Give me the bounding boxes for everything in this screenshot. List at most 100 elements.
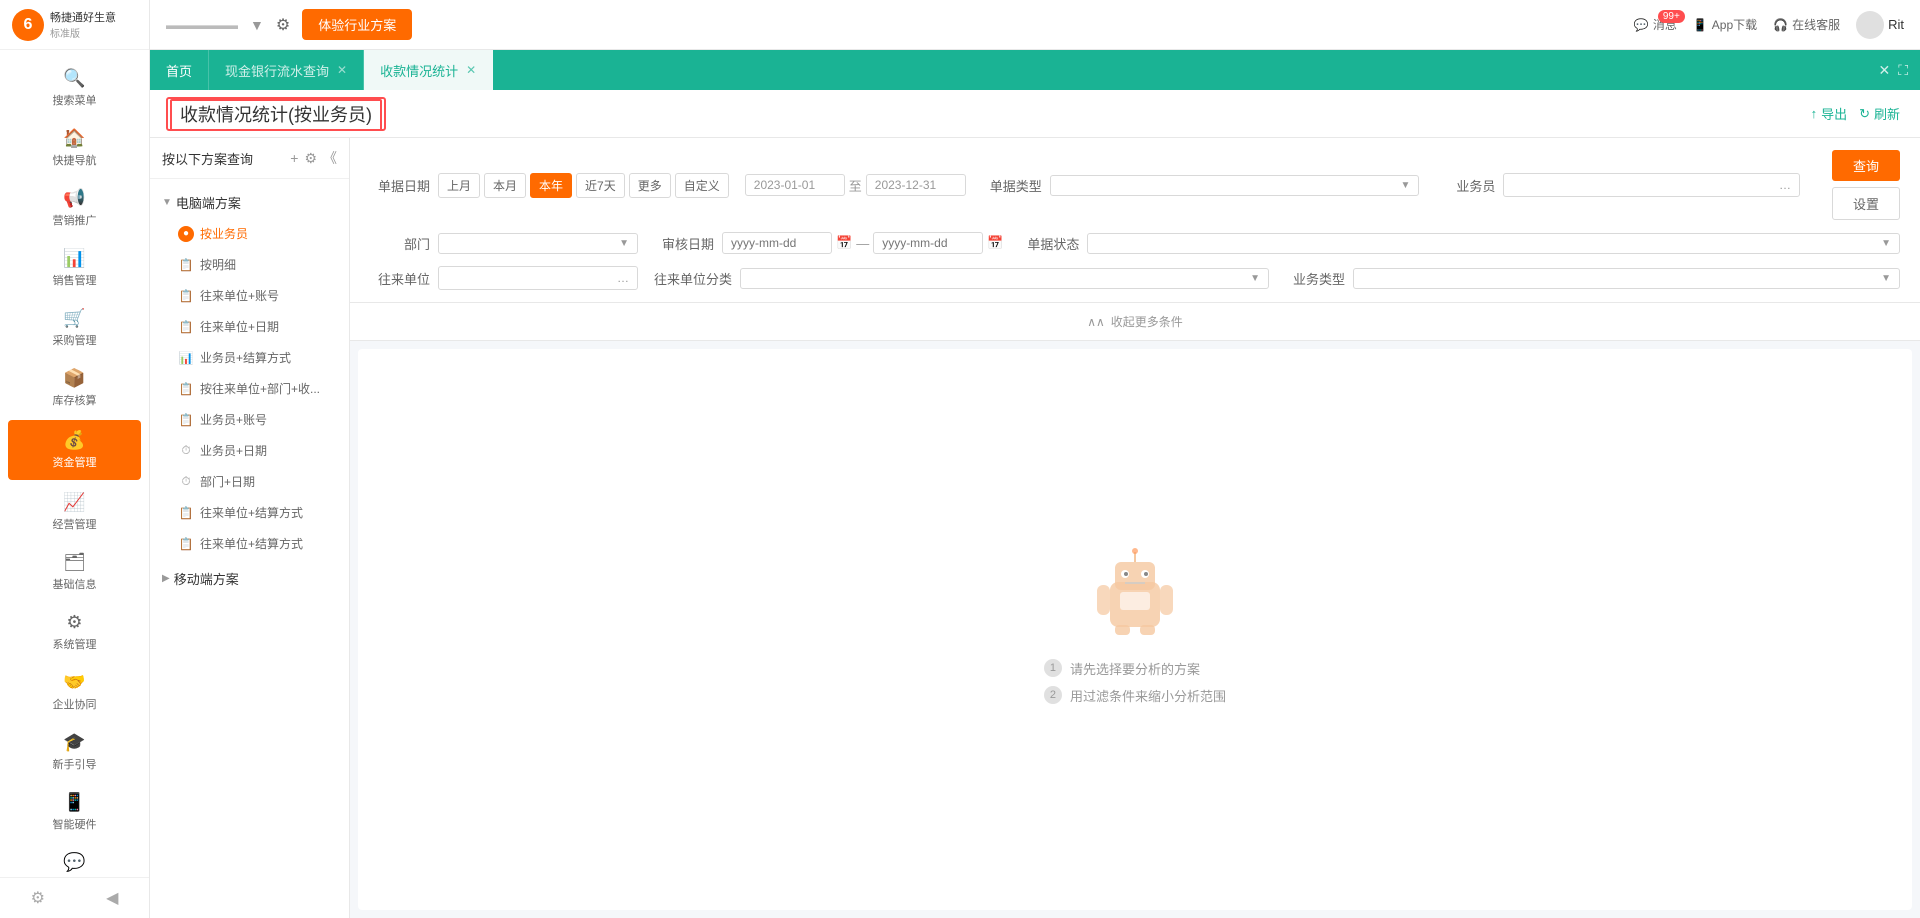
page-header: 收款情况统计(按业务员) ↑ 导出 ↻ 刷新 (150, 90, 1920, 138)
tree-item-detail[interactable]: 📋 按明细 (150, 249, 349, 280)
empty-steps: 1 请先选择要分析的方案 2 用过滤条件来缩小分析范围 (1044, 659, 1226, 713)
tree-mobile-expand-icon: ▶ (162, 573, 170, 584)
counterpart-category-select[interactable]: ▼ (740, 268, 1269, 289)
tree-item-salesman-date[interactable]: ⏱ 业务员+日期 (150, 435, 349, 466)
review-date-icon1: 📅 (836, 235, 852, 251)
purchase-icon: 🛒 (63, 308, 85, 329)
filter-settings-button[interactable]: 设置 (1832, 187, 1900, 220)
tree-item-unit-settle1[interactable]: 📋 往来单位+结算方式 (150, 497, 349, 528)
date-more-btn[interactable]: 更多 (629, 173, 671, 198)
date-this-year-btn[interactable]: 本年 (530, 173, 572, 198)
window-close-icon[interactable]: ✕ (1878, 62, 1890, 79)
tab-bank[interactable]: 现金银行流水查询 ✕ (209, 50, 364, 90)
tree-group-mobile-header[interactable]: ▶ 移动端方案 (150, 563, 349, 594)
sidebar-item-basic[interactable]: 🗂 基础信息 (0, 542, 149, 602)
filter-review-date: 审核日期 📅 — 📅 (654, 232, 1003, 254)
topbar-gear-icon[interactable]: ⚙ (276, 15, 290, 35)
tree-item-unit-account[interactable]: 📋 往来单位+账号 (150, 280, 349, 311)
logo-badge: 标准版 (50, 25, 116, 40)
tab-collection-close-icon[interactable]: ✕ (466, 63, 476, 77)
doc-status-dropdown-icon: ▼ (1881, 238, 1891, 249)
online-service-button[interactable]: 🎧 在线客服 (1773, 16, 1840, 33)
filter-row-3: 往来单位 … 往来单位分类 ▼ (370, 266, 1900, 290)
page-actions: ↑ 导出 ↻ 刷新 (1811, 104, 1900, 123)
doc-type-select[interactable]: ▼ (1050, 175, 1420, 196)
doc-status-select[interactable]: ▼ (1087, 233, 1900, 254)
sidebar-item-operation[interactable]: 📈 经营管理 (0, 482, 149, 542)
date-shortcuts: 上月 本月 本年 近7天 更多 自定义 (438, 173, 729, 198)
logo-icon: 6 (12, 9, 44, 41)
date-to-input[interactable] (866, 174, 966, 196)
review-from-input[interactable] (722, 232, 832, 254)
tree-item-unit-settle2[interactable]: 📋 往来单位+结算方式 (150, 528, 349, 559)
tab-home-label: 首页 (166, 61, 192, 80)
step2-number: 2 (1044, 686, 1062, 704)
sidebar-collapse-icon[interactable]: ◀‍ (106, 888, 118, 908)
query-button[interactable]: 查询 (1832, 150, 1900, 181)
tab-home[interactable]: 首页 (150, 50, 209, 90)
collapse-panel-icon[interactable]: 《 (323, 148, 337, 168)
date-from-input[interactable] (745, 174, 845, 196)
add-scheme-icon[interactable]: + (290, 150, 298, 166)
counterpart-input[interactable]: … (438, 266, 638, 290)
salesman-date-scheme-icon: ⏱ (178, 443, 194, 459)
tab-collection[interactable]: 收款情况统计 ✕ (364, 50, 493, 90)
sidebar-item-quicknav[interactable]: 🏠 快捷导航 (0, 118, 149, 178)
warehouse-icon: 📦 (63, 368, 85, 389)
export-button[interactable]: ↑ 导出 (1811, 104, 1848, 123)
refresh-label: 刷新 (1874, 104, 1900, 123)
sidebar-item-warehouse[interactable]: 📦 库存核算 (0, 358, 149, 418)
tree-item-unit-dept[interactable]: 📋 按往来单位+部门+收... (150, 373, 349, 404)
tree-item-salesman-settle[interactable]: 📊 业务员+结算方式 (150, 342, 349, 373)
review-to-input[interactable] (873, 232, 983, 254)
left-panel-header: 按以下方案查询 + ⚙ 《 (150, 138, 349, 179)
sidebar-item-system[interactable]: ⚙ 系统管理 (0, 602, 149, 662)
salesman-select[interactable]: … (1503, 173, 1800, 197)
sidebar-item-label: 库存核算 (53, 392, 97, 408)
app-download-button[interactable]: 📱 App下载 (1693, 16, 1757, 33)
dept-select[interactable]: ▼ (438, 233, 638, 254)
sidebar-item-finance[interactable]: 💰 资金管理 (8, 420, 141, 480)
tab-bank-close-icon[interactable]: ✕ (337, 63, 347, 77)
trial-button[interactable]: 体验行业方案 (302, 9, 412, 40)
tree-item-salesman-account[interactable]: 📋 业务员+账号 (150, 404, 349, 435)
tree-item-unit-date[interactable]: 📋 往来单位+日期 (150, 311, 349, 342)
tree-item-unit-date-label: 往来单位+日期 (200, 318, 279, 335)
sidebar-item-enterprise[interactable]: 🤝 企业协同 (0, 662, 149, 722)
messages-badge: 99+ (1658, 10, 1685, 23)
sidebar-nav: 🔍 搜索菜单 🏠 快捷导航 📢 营销推广 📊 销售管理 🛒 采购管理 📦 库存核… (0, 50, 149, 877)
tree-item-salesman[interactable]: ● 按业务员 (150, 218, 349, 249)
messages-button[interactable]: 💬 消息 99+ (1634, 16, 1677, 33)
business-type-select[interactable]: ▼ (1353, 268, 1900, 289)
tree-expand-icon: ▼ (162, 197, 172, 208)
counterpart-category-dropdown-icon: ▼ (1250, 273, 1260, 284)
sidebar-item-marketing[interactable]: 📢 营销推广 (0, 178, 149, 238)
tree-group-desktop-header[interactable]: ▼ 电脑端方案 (150, 187, 349, 218)
sidebar-settings-icon[interactable]: ⚙ (31, 888, 45, 908)
enterprise-icon: 🤝 (63, 672, 85, 693)
page-content: 收款情况统计(按业务员) ↑ 导出 ↻ 刷新 按以下方案查询 (150, 90, 1920, 918)
service-icon: 🎧 (1773, 18, 1788, 32)
refresh-button[interactable]: ↻ 刷新 (1859, 104, 1900, 123)
date-this-month-btn[interactable]: 本月 (484, 173, 526, 198)
sidebar-item-wechat[interactable]: 💬 企业微信 (0, 842, 149, 877)
window-maximize-icon[interactable]: ⛶ (1898, 62, 1908, 79)
panel-action-icons: + ⚙ 《 (290, 148, 337, 168)
sidebar-item-sales[interactable]: 📊 销售管理 (0, 238, 149, 298)
user-avatar[interactable]: Rit (1856, 11, 1904, 39)
date-last7-btn[interactable]: 近7天 (576, 173, 625, 198)
sidebar-item-guide[interactable]: 🎓 新手引导 (0, 722, 149, 782)
collapse-bar[interactable]: ∧∧ 收起更多条件 (350, 303, 1920, 341)
export-icon: ↑ (1811, 106, 1818, 121)
sidebar-item-purchase[interactable]: 🛒 采购管理 (0, 298, 149, 358)
operation-icon: 📈 (63, 492, 85, 513)
tree-item-dept-date[interactable]: ⏱ 部门+日期 (150, 466, 349, 497)
counterpart-more-icon: … (617, 271, 629, 285)
settings-scheme-icon[interactable]: ⚙ (304, 150, 317, 167)
date-custom-btn[interactable]: 自定义 (675, 173, 729, 198)
sidebar-item-hardware[interactable]: 📱 智能硬件 (0, 782, 149, 842)
topbar: ▬▬▬▬▬▬ ▼ ⚙ 体验行业方案 💬 消息 99+ 📱 App下载 🎧 在线客… (150, 0, 1920, 50)
topbar-expand-icon[interactable]: ▼ (250, 17, 264, 33)
date-last-month-btn[interactable]: 上月 (438, 173, 480, 198)
sidebar-item-search[interactable]: 🔍 搜索菜单 (0, 58, 149, 118)
